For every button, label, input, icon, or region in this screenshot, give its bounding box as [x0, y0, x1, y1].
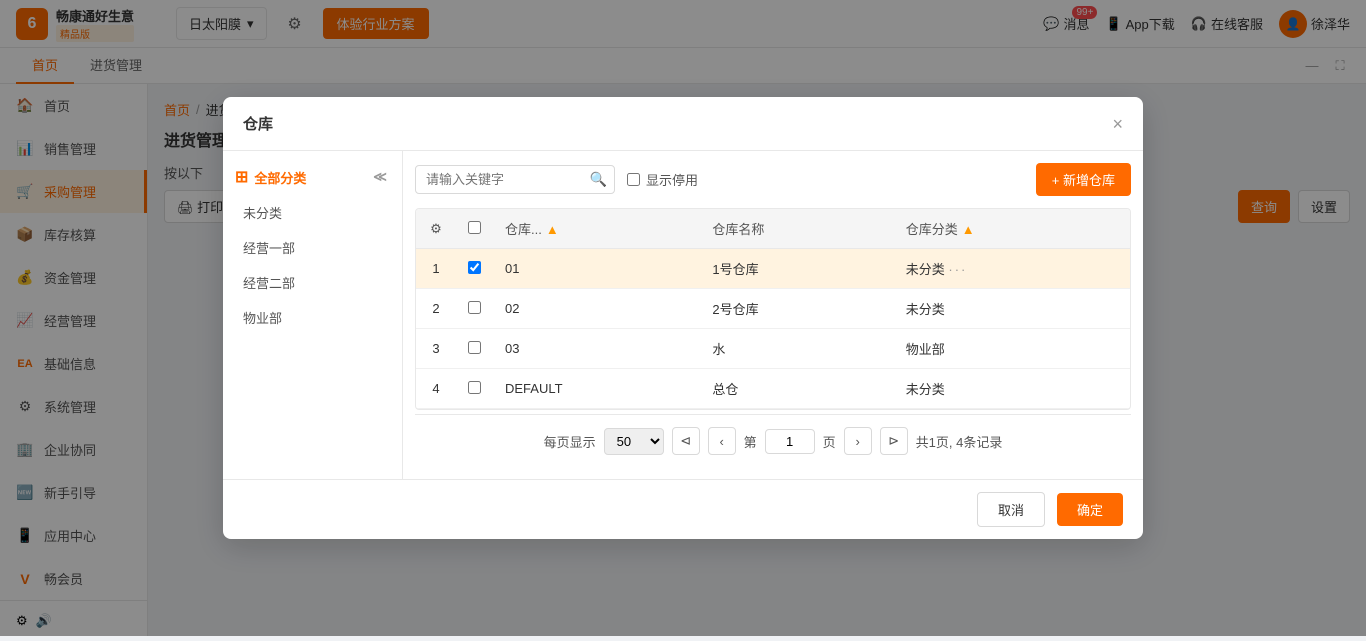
row-name: 总仓 — [700, 369, 893, 409]
per-page-select[interactable]: 50 100 — [604, 428, 664, 455]
prev-page-btn[interactable]: ‹ — [708, 427, 736, 455]
last-page-btn[interactable]: ⊳ — [880, 427, 908, 455]
row-name: 2号仓库 — [700, 289, 893, 329]
sort-cat-icon: ▲ — [962, 222, 975, 237]
row-checkbox[interactable] — [468, 341, 481, 354]
page-input[interactable] — [765, 429, 815, 454]
row-num: 3 — [416, 329, 456, 369]
confirm-button[interactable]: 确定 — [1057, 493, 1123, 526]
table-row[interactable]: 2 02 2号仓库 未分类 — [416, 289, 1130, 329]
category-panel: ⊞ 全部分类 ≪ 未分类 经营一部 经营二部 物业部 — [223, 151, 403, 479]
table-row[interactable]: 4 DEFAULT 总仓 未分类 — [416, 369, 1130, 409]
modal-overlay[interactable]: 仓库 × ⊞ 全部分类 ≪ 未分类 经营一部 经营二部 物业部 — [0, 0, 1366, 636]
dialog-body: ⊞ 全部分类 ≪ 未分类 经营一部 经营二部 物业部 🔍 — [223, 151, 1143, 479]
search-wrap: 🔍 — [415, 165, 615, 194]
all-categories-label: 全部分类 — [254, 168, 306, 187]
cat-item-2[interactable]: 经营二部 — [223, 265, 402, 300]
table-row[interactable]: 3 03 水 物业部 — [416, 329, 1130, 369]
row-actions[interactable]: ··· — [948, 262, 967, 277]
dialog-close-btn[interactable]: × — [1112, 115, 1123, 133]
sort-code-icon: ▲ — [546, 222, 559, 237]
collapse-btn[interactable]: ≪ — [370, 167, 390, 187]
th-gear: ⚙ — [416, 209, 456, 249]
row-checkbox[interactable] — [468, 381, 481, 394]
cat-item-1[interactable]: 经营一部 — [223, 230, 402, 265]
pagination: 每页显示 50 100 ⊲ ‹ 第 页 › ⊳ 共1页, 4条记录 — [415, 414, 1131, 467]
page-label-pre: 第 — [744, 432, 757, 451]
cat-item-0[interactable]: 未分类 — [223, 195, 402, 230]
row-check[interactable] — [456, 289, 493, 329]
row-name: 水 — [700, 329, 893, 369]
row-num: 4 — [416, 369, 456, 409]
row-code: DEFAULT — [493, 369, 700, 409]
th-name: 仓库名称 — [700, 209, 893, 249]
right-panel: 🔍 显示停用 + 新增仓库 ⚙ — [403, 151, 1143, 479]
row-category: 物业部 — [894, 329, 1130, 369]
cat-item-3[interactable]: 物业部 — [223, 300, 402, 335]
row-num: 1 — [416, 249, 456, 289]
row-category: 未分类 — [894, 369, 1130, 409]
all-categories-item[interactable]: ⊞ 全部分类 ≪ — [223, 159, 402, 195]
row-num: 2 — [416, 289, 456, 329]
row-check[interactable] — [456, 249, 493, 289]
search-input[interactable] — [415, 165, 615, 194]
show-disabled-label[interactable]: 显示停用 — [627, 170, 698, 189]
row-code: 03 — [493, 329, 700, 369]
row-name: 1号仓库 — [700, 249, 893, 289]
th-category: 仓库分类▲ — [894, 209, 1130, 249]
th-check — [456, 209, 493, 249]
search-icon[interactable]: 🔍 — [590, 171, 607, 188]
table: ⚙ 仓库...▲ 仓库名称 仓库分类▲ 1 01 1号仓库 未分类 ··· 2 — [416, 209, 1130, 409]
show-disabled-checkbox[interactable] — [627, 173, 640, 186]
dialog-title: 仓库 — [243, 113, 273, 134]
grid-icon: ⊞ — [235, 167, 248, 187]
table-body: 1 01 1号仓库 未分类 ··· 2 02 2号仓库 未分类 3 03 水 物… — [416, 249, 1130, 409]
row-checkbox[interactable] — [468, 301, 481, 314]
first-page-btn[interactable]: ⊲ — [672, 427, 700, 455]
next-page-btn[interactable]: › — [844, 427, 872, 455]
row-checkbox[interactable] — [468, 261, 481, 274]
table-head: ⚙ 仓库...▲ 仓库名称 仓库分类▲ — [416, 209, 1130, 249]
th-code: 仓库...▲ — [493, 209, 700, 249]
row-code: 02 — [493, 289, 700, 329]
table-row[interactable]: 1 01 1号仓库 未分类 ··· — [416, 249, 1130, 289]
page-label: 页 — [823, 432, 836, 451]
cancel-button[interactable]: 取消 — [977, 492, 1045, 527]
row-category: 未分类 — [894, 289, 1130, 329]
warehouse-table: ⚙ 仓库...▲ 仓库名称 仓库分类▲ 1 01 1号仓库 未分类 ··· 2 — [415, 208, 1131, 410]
row-check[interactable] — [456, 369, 493, 409]
row-code: 01 — [493, 249, 700, 289]
dialog-header: 仓库 × — [223, 97, 1143, 151]
per-page-label: 每页显示 — [544, 432, 596, 451]
warehouse-dialog: 仓库 × ⊞ 全部分类 ≪ 未分类 经营一部 经营二部 物业部 — [223, 97, 1143, 539]
total-label: 共1页, 4条记录 — [916, 432, 1003, 451]
row-check[interactable] — [456, 329, 493, 369]
search-bar: 🔍 显示停用 + 新增仓库 — [415, 163, 1131, 196]
show-disabled-text: 显示停用 — [646, 170, 698, 189]
add-warehouse-btn[interactable]: + 新增仓库 — [1036, 163, 1131, 196]
dialog-footer: 取消 确定 — [223, 479, 1143, 539]
select-all-checkbox[interactable] — [468, 221, 481, 234]
row-category: 未分类 ··· — [894, 249, 1130, 289]
